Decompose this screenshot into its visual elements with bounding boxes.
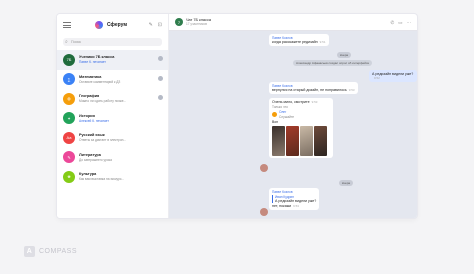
chat-preview: Алексей К. печатает [79, 118, 109, 123]
message-text: когда расскажете редизайн [272, 40, 318, 44]
chat-avatar: ◍ [63, 92, 75, 105]
sender-avatar[interactable] [260, 208, 268, 216]
sender-avatar[interactable] [260, 164, 268, 172]
attachment-name[interactable]: Олег [279, 110, 294, 114]
chat-title: Литература [79, 152, 101, 157]
brand-logo-icon: A [24, 246, 35, 257]
chat-preview: Павел К. печатает [79, 60, 106, 65]
app-logo-icon [95, 21, 103, 29]
chat-list-item[interactable]: ❀ Культура Как вам выставка на экскурс... [57, 167, 168, 187]
chat-list-item[interactable]: Аа Русский язык Ответы за диктант в электр… [57, 128, 168, 148]
photo-gallery[interactable] [272, 126, 330, 156]
message-bubble-outgoing[interactable]: А редизайн видели уже?9:52 [369, 70, 417, 82]
message-author[interactable]: Павел Козлов [272, 190, 316, 194]
chat-avatar: ❀ [63, 170, 75, 183]
message-time: 9:52 [374, 76, 380, 80]
message-text: Очень мило, смотрите [272, 100, 310, 104]
photo-thumbnail[interactable] [314, 126, 327, 156]
message-time: 9:53 [293, 204, 299, 208]
chat-status-badge [158, 56, 163, 61]
message-bubble-media[interactable]: Очень мило, смотрите 9:53 Только что Олег… [269, 98, 333, 158]
quoted-message[interactable]: Иван Кудрин А редизайн видели уже? [272, 195, 316, 203]
message-bubble[interactable]: Павел Козлов вернулся на старый дизайн, … [269, 82, 358, 94]
message-time: 9:51 [319, 40, 326, 44]
conversation-subtitle: 17 участников [186, 22, 207, 26]
chat-title: Математика [79, 74, 102, 79]
sidebar-actions: ✎ ⊡ [149, 22, 162, 28]
quoted-text: А редизайн видели уже? [275, 199, 317, 203]
call-icon[interactable]: ✆ [390, 20, 394, 26]
chat-avatar: ✦ [63, 112, 75, 125]
message-text: вернулся на старый дизайн, не понравилос… [272, 88, 347, 92]
chat-list: 7Б Ученики 7Б класса Павел К. печатает ∑ Мат… [57, 50, 168, 187]
sidebar: Сферум ✎ ⊡ Поиск 7Б Ученики 7Б классаПаве… [57, 14, 169, 218]
brand-watermark: A COMPASS [24, 246, 77, 257]
menu-icon[interactable] [63, 22, 71, 28]
system-message: Александр Афанасьев создал опрос об инте… [293, 60, 373, 66]
attachment-sub: Слушайте [279, 115, 295, 119]
chat-list-item[interactable]: ✎ Литература До завтрашнего урока [57, 148, 168, 168]
sidebar-header: Сферум ✎ ⊡ [57, 14, 168, 36]
date-separator: вчера [337, 52, 352, 58]
date-separator: вчера [339, 180, 354, 186]
chat-avatar: ∑ [63, 73, 75, 86]
message-time: 9:53 [311, 100, 318, 104]
chat-preview: До завтрашнего урока [79, 157, 112, 162]
chat-preview: Ответы за диктант в электрон... [79, 138, 127, 143]
chat-status-badge [158, 95, 163, 100]
message-time: 9:53 [348, 88, 355, 92]
chat-avatar: 7Б [63, 53, 75, 66]
chat-title: География [79, 94, 100, 99]
chat-title: История [79, 113, 95, 118]
message-bubble-reply[interactable]: Павел Козлов Иван Кудрин А редизайн виде… [269, 188, 320, 210]
chat-preview: Как вам выставка на экскурс... [79, 177, 125, 182]
photo-thumbnail[interactable] [272, 126, 285, 156]
message-subtext: Только что [272, 105, 288, 109]
search-input[interactable]: Поиск [63, 38, 162, 46]
video-icon[interactable]: ▭ [398, 20, 402, 26]
media-caption: Вон [272, 120, 279, 124]
conversation-header: 7 Чат 7Б класса 17 участников ✆ ▭ ⋯ [169, 14, 417, 31]
app-name: Сферум [107, 22, 128, 28]
more-icon[interactable]: ⋯ [407, 20, 412, 26]
conversation-actions: ✆ ▭ ⋯ [390, 20, 411, 26]
conversation-avatar[interactable]: 7 [175, 18, 183, 26]
chat-title: Русский язык [79, 133, 105, 138]
chat-avatar: Аа [63, 131, 75, 144]
chat-preview: Оставьте комментарий к ДЗ [79, 79, 121, 84]
chat-preview: Можно ли сдать работу позже... [79, 99, 127, 104]
brand-name: COMPASS [39, 248, 77, 255]
compose-icon[interactable]: ⊡ [158, 22, 162, 28]
chat-list-item[interactable]: ✦ История Алексей К. печатает [57, 109, 168, 129]
attachment-avatar [272, 112, 277, 117]
new-chat-icon[interactable]: ✎ [149, 22, 153, 28]
conversation-pane: 7 Чат 7Б класса 17 участников ✆ ▭ ⋯ Паве… [169, 14, 417, 218]
chat-title: Ученики 7Б класса [79, 55, 115, 60]
chat-title: Культура [79, 172, 97, 177]
chat-status-badge [158, 75, 163, 81]
photo-thumbnail[interactable] [286, 126, 299, 156]
chat-list-item[interactable]: 7Б Ученики 7Б класса Павел К. печатает [57, 50, 168, 70]
message-bubble[interactable]: Павел Козлов когда расскажете редизайн 9:… [269, 34, 329, 46]
chat-list-item[interactable]: ∑ Математика Оставьте комментарий к ДЗ [57, 70, 168, 90]
chat-list-item[interactable]: ◍ География Можно ли сдать работу позже... [57, 89, 168, 109]
photo-thumbnail[interactable] [300, 126, 313, 156]
messenger-window: Сферум ✎ ⊡ Поиск 7БУченики 7Б классаПаве… [57, 14, 417, 218]
chat-avatar: ✎ [63, 151, 75, 164]
message-text: нет, покажи [272, 204, 292, 208]
